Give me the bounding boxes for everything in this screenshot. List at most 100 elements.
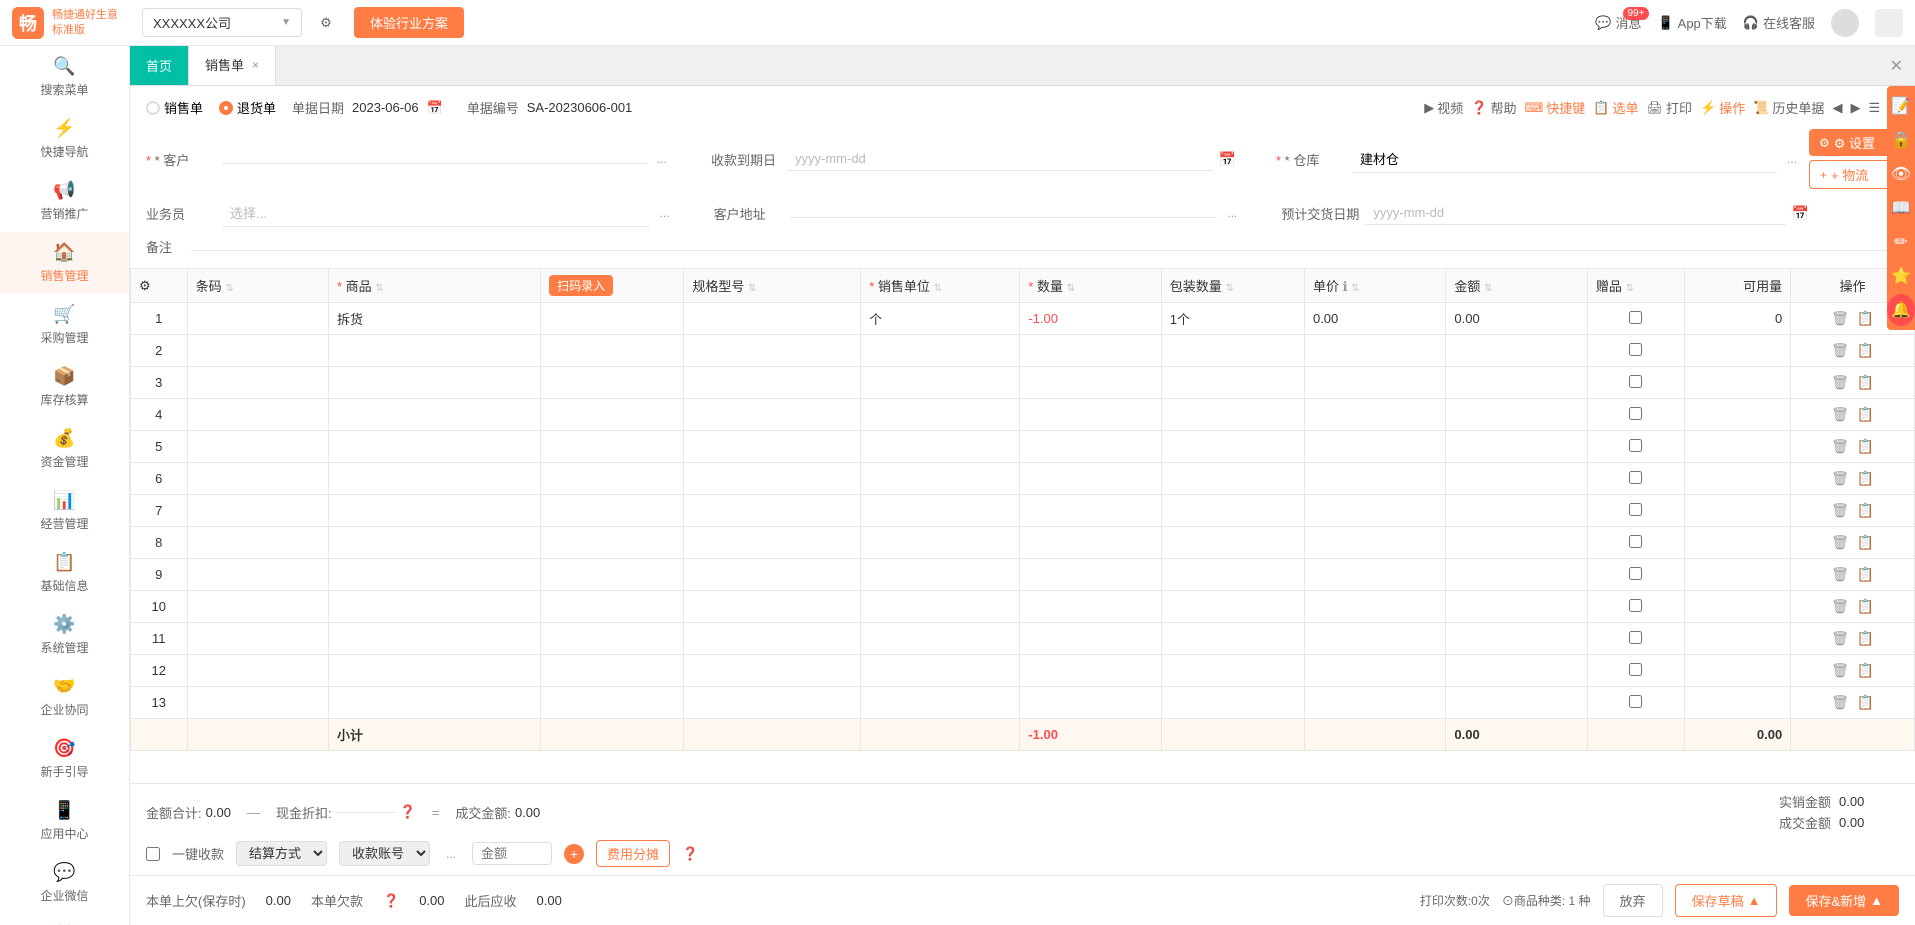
add-payment-btn[interactable]: +: [564, 844, 584, 864]
cell-barcode[interactable]: [187, 367, 328, 399]
cell-amount[interactable]: [1446, 527, 1587, 559]
copy-icon[interactable]: 📋: [1857, 406, 1874, 422]
cell-qty[interactable]: [1020, 527, 1161, 559]
company-selector[interactable]: XXXXXX公司 ▼: [142, 8, 302, 37]
cell-amount[interactable]: 0.00: [1446, 303, 1587, 335]
cell-product[interactable]: [329, 591, 541, 623]
cell-qty[interactable]: [1020, 431, 1161, 463]
expense-split-btn[interactable]: 费用分摊: [596, 840, 670, 867]
cell-amount[interactable]: [1446, 687, 1587, 719]
cell-gift[interactable]: [1587, 655, 1684, 687]
cell-unit[interactable]: [861, 463, 1020, 495]
expected-date-calendar-icon[interactable]: 📅: [1792, 205, 1809, 222]
cell-product[interactable]: [329, 687, 541, 719]
cell-amount[interactable]: [1446, 399, 1587, 431]
cell-qty[interactable]: [1020, 399, 1161, 431]
cell-amount[interactable]: [1446, 431, 1587, 463]
sidebar-item-inventory[interactable]: 📦 库存核算: [0, 356, 129, 418]
cell-amount[interactable]: [1446, 367, 1587, 399]
cell-price[interactable]: [1304, 495, 1445, 527]
cell-price[interactable]: 0.00: [1304, 303, 1445, 335]
cell-unit[interactable]: [861, 527, 1020, 559]
cell-amount[interactable]: [1446, 335, 1587, 367]
salesperson-input[interactable]: 选择...: [222, 199, 650, 227]
sidebar-item-guide[interactable]: 🎯 新手引导: [0, 728, 129, 790]
rp-note-icon[interactable]: 📝: [1887, 90, 1915, 122]
delete-icon[interactable]: 🗑: [1831, 630, 1849, 646]
copy-icon[interactable]: 📋: [1857, 470, 1874, 486]
cell-pkg-qty[interactable]: [1161, 431, 1304, 463]
rp-eye-icon[interactable]: 👁: [1887, 158, 1915, 190]
cell-gift[interactable]: [1587, 431, 1684, 463]
rp-lock-icon[interactable]: 🔒: [1887, 124, 1915, 156]
cell-pkg-qty[interactable]: [1161, 495, 1304, 527]
cell-pkg-qty[interactable]: [1161, 527, 1304, 559]
sidebar-item-shortcut[interactable]: ⚡ 快捷导航: [0, 108, 129, 170]
cell-spec[interactable]: [684, 591, 861, 623]
cell-barcode[interactable]: [187, 495, 328, 527]
cell-gift[interactable]: [1587, 399, 1684, 431]
sidebar-item-appstore[interactable]: 📱 应用中心: [0, 790, 129, 852]
rp-notification-icon[interactable]: 🔔: [1887, 294, 1915, 326]
help-btn[interactable]: ❓ 帮助: [1471, 98, 1516, 117]
cell-spec[interactable]: [684, 367, 861, 399]
copy-icon[interactable]: 📋: [1857, 438, 1874, 454]
cell-pkg-qty[interactable]: [1161, 463, 1304, 495]
sidebar-item-purchase[interactable]: 🛒 采购管理: [0, 294, 129, 356]
customer-more-btn[interactable]: ...: [653, 152, 671, 166]
cell-spec[interactable]: [684, 335, 861, 367]
sort-spec-icon[interactable]: ⇅: [748, 283, 756, 294]
save-new-btn[interactable]: 保存&新增 ▲: [1789, 885, 1899, 916]
save-draft-btn[interactable]: 保存草稿 ▲: [1675, 884, 1778, 917]
experience-button[interactable]: 体验行业方案: [354, 7, 464, 38]
cell-amount[interactable]: [1446, 623, 1587, 655]
copy-icon[interactable]: 📋: [1857, 598, 1874, 614]
customer-address-more-btn[interactable]: ...: [1223, 206, 1241, 220]
sort-qty-icon[interactable]: ⇅: [1067, 283, 1075, 294]
copy-icon[interactable]: 📋: [1857, 662, 1874, 678]
cell-price[interactable]: [1304, 399, 1445, 431]
close-all-tabs-btn[interactable]: ✕: [1890, 56, 1903, 76]
cell-qty[interactable]: [1020, 591, 1161, 623]
cell-qty[interactable]: [1020, 687, 1161, 719]
nav-next-btn[interactable]: ▶: [1850, 100, 1860, 116]
cell-unit[interactable]: [861, 559, 1020, 591]
arrears-help-icon[interactable]: ❓: [383, 893, 399, 909]
sidebar-item-wechat[interactable]: 💬 企业微信: [0, 852, 129, 914]
cell-amount[interactable]: [1446, 655, 1587, 687]
cell-qty[interactable]: [1020, 623, 1161, 655]
cell-product[interactable]: [329, 495, 541, 527]
cell-barcode[interactable]: [187, 655, 328, 687]
cell-unit[interactable]: [861, 335, 1020, 367]
tab-sales-order[interactable]: 销售单 ×: [189, 46, 276, 85]
operate-btn[interactable]: ⚡ 操作: [1700, 98, 1745, 117]
cell-unit[interactable]: [861, 367, 1020, 399]
sidebar-item-system[interactable]: ⚙️ 系统管理: [0, 604, 129, 666]
cell-product[interactable]: [329, 367, 541, 399]
cell-price[interactable]: [1304, 687, 1445, 719]
cell-barcode[interactable]: [187, 559, 328, 591]
history-btn[interactable]: 📜 历史单据: [1753, 98, 1824, 117]
sort-pkgqty-icon[interactable]: ⇅: [1225, 283, 1233, 294]
copy-icon[interactable]: 📋: [1857, 630, 1874, 646]
cell-gift[interactable]: [1587, 367, 1684, 399]
settlement-method-select[interactable]: 结算方式: [236, 841, 327, 866]
cell-pkg-qty[interactable]: [1161, 335, 1304, 367]
warehouse-input[interactable]: 建材仓: [1352, 145, 1777, 173]
cell-spec[interactable]: [684, 303, 861, 335]
cell-spec[interactable]: [684, 623, 861, 655]
copy-icon[interactable]: 📋: [1857, 342, 1874, 358]
sort-barcode-icon[interactable]: ⇅: [225, 283, 233, 294]
settings-icon-btn[interactable]: ⚙: [310, 7, 342, 39]
cell-spec[interactable]: [684, 655, 861, 687]
remarks-input[interactable]: [191, 242, 1899, 251]
product-type[interactable]: ⊙商品种类: 1 种: [1502, 892, 1591, 909]
cell-unit[interactable]: [861, 399, 1020, 431]
sidebar-item-enterprise[interactable]: 🤝 企业协同: [0, 666, 129, 728]
cell-price[interactable]: [1304, 367, 1445, 399]
sidebar-item-marketing[interactable]: 📢 营销推广: [0, 170, 129, 232]
abandon-btn[interactable]: 放弃: [1603, 884, 1663, 917]
cell-qty[interactable]: [1020, 367, 1161, 399]
cell-product[interactable]: [329, 559, 541, 591]
cell-price[interactable]: [1304, 591, 1445, 623]
